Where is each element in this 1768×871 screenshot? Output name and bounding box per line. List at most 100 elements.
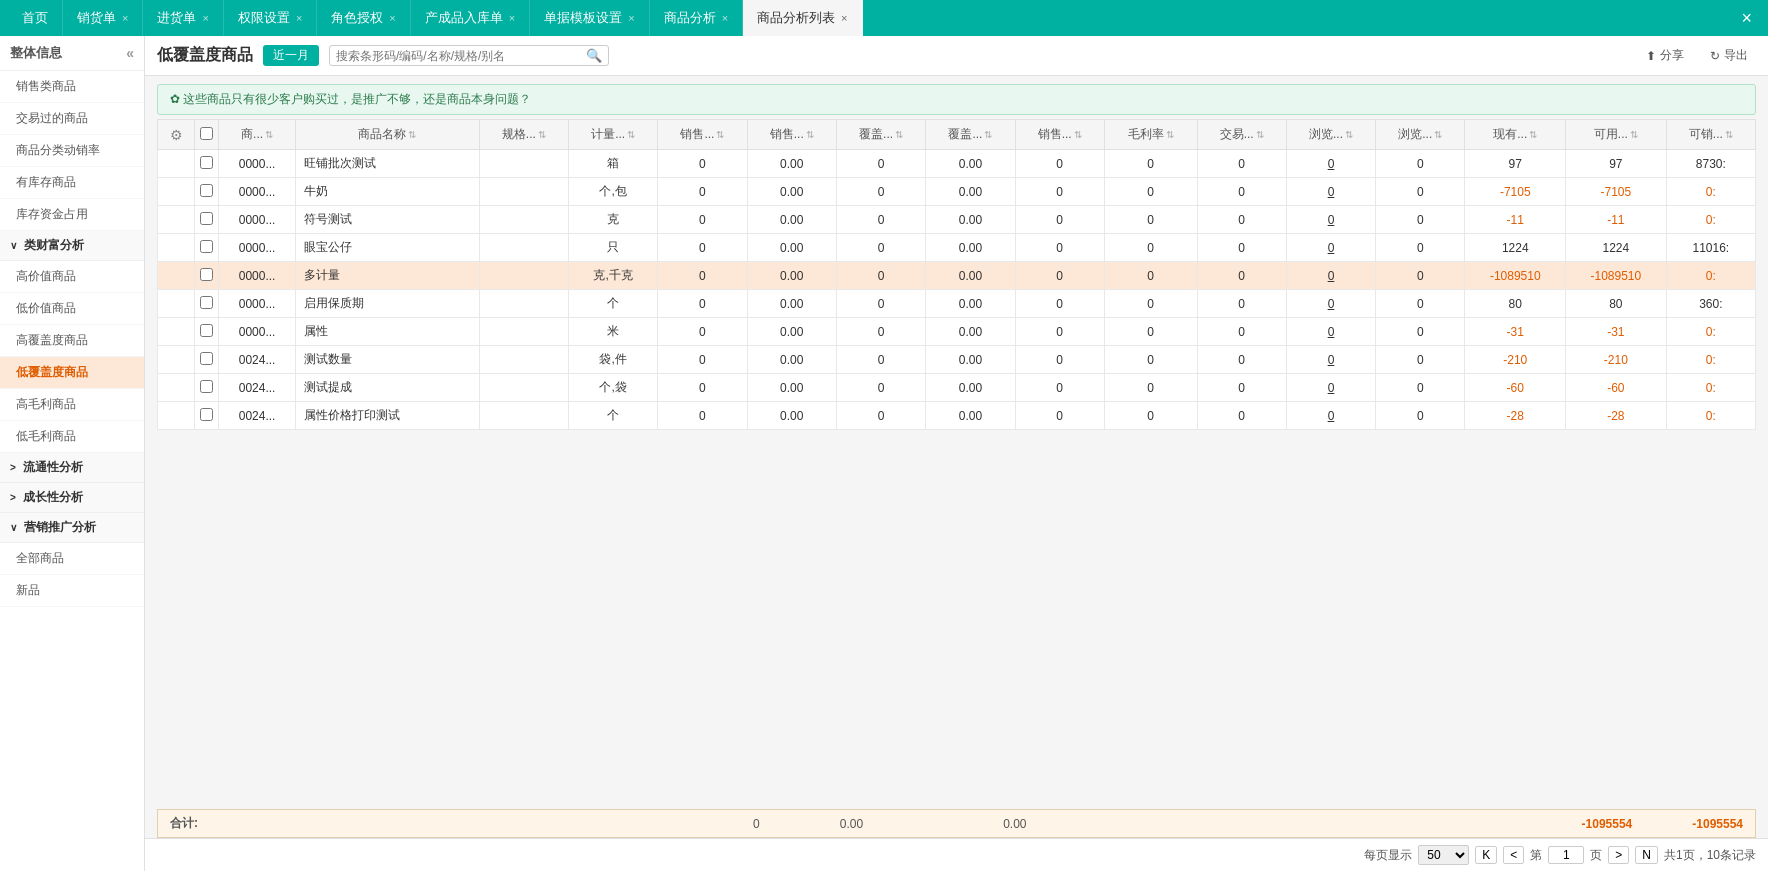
- sidebar-item-new-goods[interactable]: 新品: [0, 575, 144, 607]
- row-cover2: 0.00: [926, 262, 1015, 290]
- page-size-select[interactable]: 20 50 100 200: [1418, 845, 1469, 865]
- row-cover2: 0.00: [926, 290, 1015, 318]
- row-checkbox[interactable]: [195, 206, 219, 234]
- row-gear: [158, 150, 195, 178]
- prev-page-button[interactable]: <: [1503, 846, 1524, 864]
- sidebar-item-low-coverage[interactable]: 低覆盖度商品: [0, 357, 144, 389]
- nav-role-auth[interactable]: 角色授权 ×: [317, 0, 410, 36]
- sidebar-item-sales-goods[interactable]: 销售类商品: [0, 71, 144, 103]
- row-cover2: 0.00: [926, 150, 1015, 178]
- sidebar-item-low-margin[interactable]: 低毛利商品: [0, 421, 144, 453]
- select-all-checkbox[interactable]: [200, 127, 213, 140]
- cover1-column-header[interactable]: 覆盖...⇅: [836, 120, 925, 150]
- sellable-column-header[interactable]: 可销...⇅: [1666, 120, 1755, 150]
- last-page-button[interactable]: N: [1635, 846, 1658, 864]
- row-browse1[interactable]: 0: [1286, 234, 1375, 262]
- available-stock-column-header[interactable]: 可用...⇅: [1566, 120, 1667, 150]
- row-sales-amount: 0.00: [747, 178, 836, 206]
- search-input[interactable]: [336, 49, 586, 63]
- sidebar-item-inventory-capital[interactable]: 库存资金占用: [0, 199, 144, 231]
- table-row: 0024... 测试提成 个,袋 0 0.00 0 0.00 0 0 0 0 0…: [158, 374, 1756, 402]
- row-spec: [479, 402, 568, 430]
- sidebar-collapse-button[interactable]: «: [126, 45, 134, 61]
- row-checkbox[interactable]: [195, 318, 219, 346]
- row-checkbox[interactable]: [195, 234, 219, 262]
- export-button[interactable]: ↻ 导出: [1702, 44, 1756, 67]
- sidebar-group-growth[interactable]: > 成长性分析: [0, 483, 144, 513]
- code-column-header[interactable]: 商...⇅: [219, 120, 296, 150]
- row-browse2: 0: [1376, 206, 1465, 234]
- nav-permissions[interactable]: 权限设置 ×: [224, 0, 317, 36]
- nav-purchase-order[interactable]: 进货单 ×: [143, 0, 223, 36]
- row-sales-qty: 0: [658, 206, 747, 234]
- unit-column-header[interactable]: 计量...⇅: [568, 120, 657, 150]
- share-button[interactable]: ⬆ 分享: [1638, 44, 1692, 67]
- row-gear: [158, 178, 195, 206]
- browse2-column-header[interactable]: 浏览...⇅: [1376, 120, 1465, 150]
- row-gross-margin: 0: [1104, 150, 1197, 178]
- nav-finished-goods[interactable]: 产成品入库单 ×: [411, 0, 530, 36]
- gross-margin-column-header[interactable]: 毛利率⇅: [1104, 120, 1197, 150]
- close-all-button[interactable]: ×: [1733, 8, 1760, 29]
- sidebar-group-liquidity[interactable]: > 流通性分析: [0, 453, 144, 483]
- sidebar-group-marketing[interactable]: ∨ 营销推广分析: [0, 513, 144, 543]
- current-stock-column-header[interactable]: 现有...⇅: [1465, 120, 1566, 150]
- spec-column-header[interactable]: 规格...⇅: [479, 120, 568, 150]
- row-checkbox[interactable]: [195, 374, 219, 402]
- nav-product-analysis[interactable]: 商品分析 ×: [650, 0, 743, 36]
- sales-amount-column-header[interactable]: 销售...⇅: [747, 120, 836, 150]
- row-checkbox[interactable]: [195, 150, 219, 178]
- row-browse1[interactable]: 0: [1286, 206, 1375, 234]
- close-icon[interactable]: ×: [841, 12, 847, 24]
- name-column-header[interactable]: 商品名称⇅: [296, 120, 480, 150]
- sidebar-item-all-goods[interactable]: 全部商品: [0, 543, 144, 575]
- row-browse1[interactable]: 0: [1286, 290, 1375, 318]
- nav-home[interactable]: 首页: [8, 0, 63, 36]
- close-icon[interactable]: ×: [722, 12, 728, 24]
- row-browse1[interactable]: 0: [1286, 374, 1375, 402]
- sidebar-item-high-coverage[interactable]: 高覆盖度商品: [0, 325, 144, 357]
- row-checkbox[interactable]: [195, 290, 219, 318]
- sidebar-item-low-value[interactable]: 低价值商品: [0, 293, 144, 325]
- browse1-column-header[interactable]: 浏览...⇅: [1286, 120, 1375, 150]
- page-number-input[interactable]: [1548, 846, 1584, 864]
- trade-column-header[interactable]: 交易...⇅: [1197, 120, 1286, 150]
- sidebar-item-stocked-goods[interactable]: 有库存商品: [0, 167, 144, 199]
- sidebar-header: 整体信息 «: [0, 36, 144, 71]
- row-browse1[interactable]: 0: [1286, 402, 1375, 430]
- period-button[interactable]: 近一月: [263, 45, 319, 66]
- row-browse1[interactable]: 0: [1286, 262, 1375, 290]
- sidebar-item-high-value[interactable]: 高价值商品: [0, 261, 144, 293]
- sales3-column-header[interactable]: 销售...⇅: [1015, 120, 1104, 150]
- nav-template-settings[interactable]: 单据模板设置 ×: [530, 0, 649, 36]
- row-browse1[interactable]: 0: [1286, 178, 1375, 206]
- close-icon[interactable]: ×: [509, 12, 515, 24]
- next-page-button[interactable]: >: [1608, 846, 1629, 864]
- row-browse1[interactable]: 0: [1286, 346, 1375, 374]
- sidebar-item-category-turnover[interactable]: 商品分类动销率: [0, 135, 144, 167]
- close-icon[interactable]: ×: [389, 12, 395, 24]
- page-label: 第: [1530, 847, 1542, 864]
- row-checkbox[interactable]: [195, 262, 219, 290]
- row-browse1[interactable]: 0: [1286, 150, 1375, 178]
- nav-product-analysis-list[interactable]: 商品分析列表 ×: [743, 0, 862, 36]
- sidebar-item-traded-goods[interactable]: 交易过的商品: [0, 103, 144, 135]
- row-code: 0000...: [219, 290, 296, 318]
- row-gross-margin: 0: [1104, 290, 1197, 318]
- close-icon[interactable]: ×: [628, 12, 634, 24]
- sidebar-group-wealth[interactable]: ∨ 类财富分析: [0, 231, 144, 261]
- row-checkbox[interactable]: [195, 402, 219, 430]
- nav-sales-order[interactable]: 销货单 ×: [63, 0, 143, 36]
- gear-column-header[interactable]: ⚙: [158, 120, 195, 150]
- close-icon[interactable]: ×: [296, 12, 302, 24]
- sales-qty-column-header[interactable]: 销售...⇅: [658, 120, 747, 150]
- sidebar-item-high-margin[interactable]: 高毛利商品: [0, 389, 144, 421]
- close-icon[interactable]: ×: [122, 12, 128, 24]
- row-browse1[interactable]: 0: [1286, 318, 1375, 346]
- row-checkbox[interactable]: [195, 178, 219, 206]
- first-page-button[interactable]: K: [1475, 846, 1497, 864]
- cover2-column-header[interactable]: 覆盖...⇅: [926, 120, 1015, 150]
- row-checkbox[interactable]: [195, 346, 219, 374]
- close-icon[interactable]: ×: [202, 12, 208, 24]
- checkbox-column-header[interactable]: [195, 120, 219, 150]
